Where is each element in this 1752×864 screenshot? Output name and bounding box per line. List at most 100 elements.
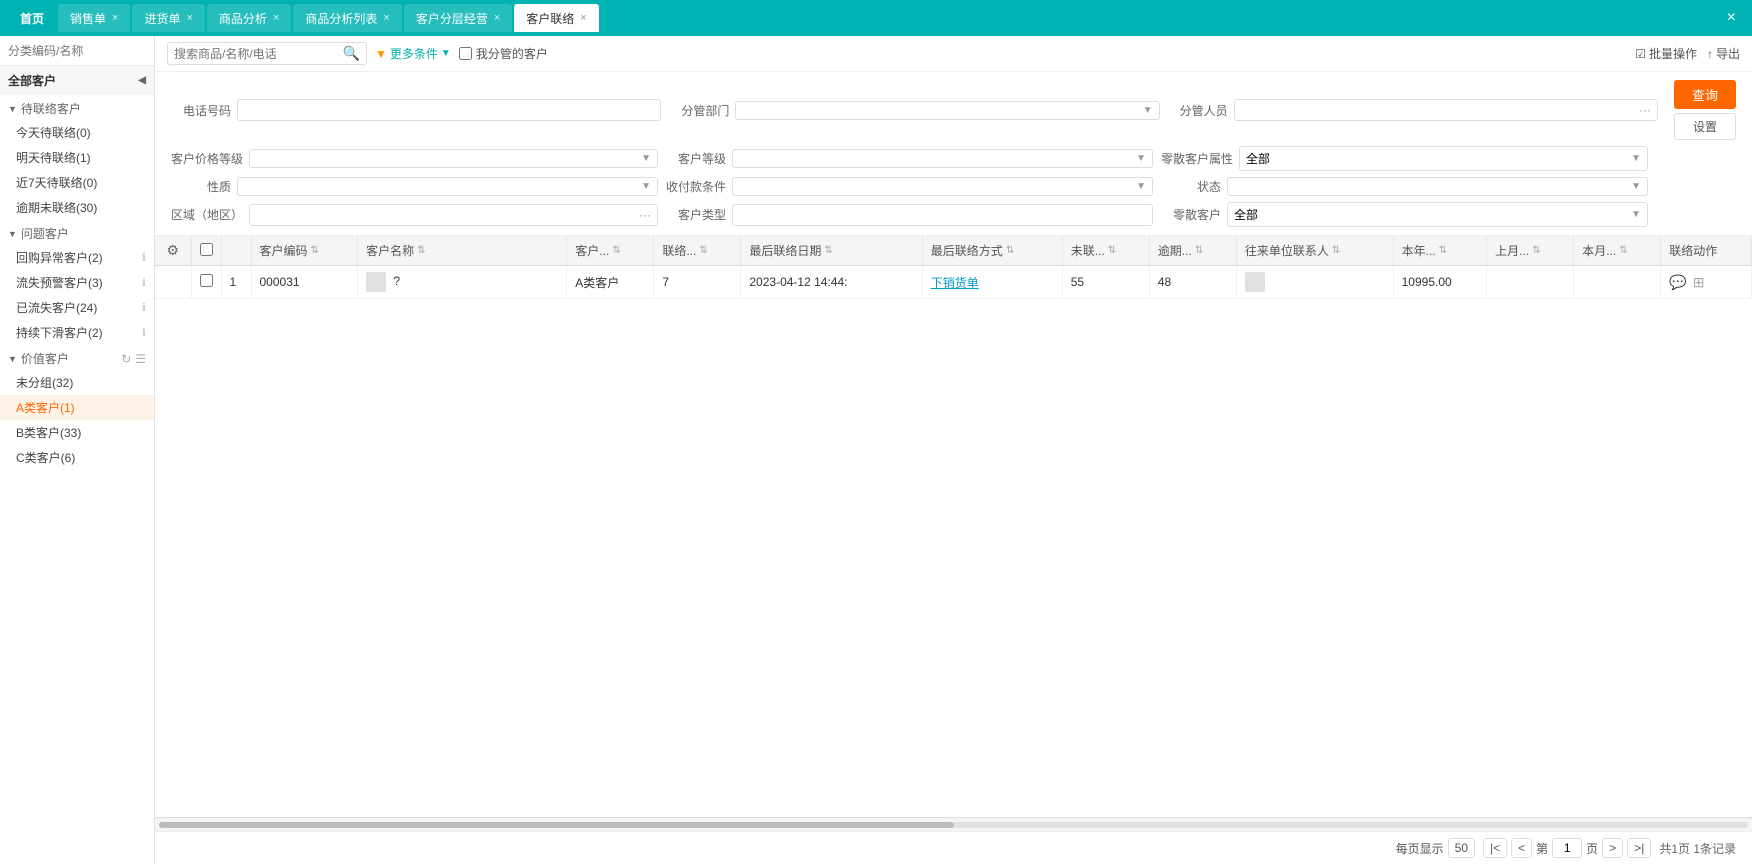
sidebar-item-churned[interactable]: 已流失客户(24) ℹ [0,295,154,320]
region-select[interactable]: ··· [249,204,658,226]
prev-page-btn[interactable]: < [1511,838,1532,858]
pending-contact-group[interactable]: ▼ 待联络客户 [0,95,154,120]
filter-search-icon[interactable]: 🔍 [343,45,360,62]
sidebar-item-repurchase[interactable]: 回购异常客户(2) ℹ [0,245,154,270]
last-method-link[interactable]: 下销货单 [931,276,979,290]
toolbar-right: ☑ 批量操作 ↑ 导出 [1635,45,1740,62]
sidebar-item-today[interactable]: 今天待联络(0) [0,120,154,145]
sidebar-item-churn-warning[interactable]: 流失预警客户(3) ℹ [0,270,154,295]
sidebar-search-input[interactable] [8,44,155,58]
sidebar-item-declining[interactable]: 持续下滑客户(2) ℹ [0,320,154,345]
horizontal-scrollbar[interactable] [155,817,1752,831]
row-checkbox[interactable] [200,274,213,287]
sidebar-item-7days[interactable]: 近7天待联络(0) [0,170,154,195]
customer-type-input[interactable] [732,204,1153,226]
sidebar-item-overdue[interactable]: 逾期未联络(30) [0,195,154,220]
setting-button[interactable]: 设置 [1674,113,1736,140]
th-type[interactable]: 客户... ⇅ [567,236,654,266]
total-records: 共1页 1条记录 [1659,840,1736,857]
th-contact-count[interactable]: 联络... ⇅ [654,236,741,266]
all-customers-header[interactable]: 全部客户 ◀ [0,66,154,95]
retail-attr-select[interactable]: 全部 ▼ [1239,146,1648,171]
tab-goods-list[interactable]: 商品分析列表 × [293,4,401,32]
close-customer-segment-tab[interactable]: × [494,12,500,24]
close-all-btn[interactable]: × [1719,9,1744,27]
dept-chevron-icon: ▼ [1143,105,1153,116]
retail-customer-select[interactable]: 全部 ▼ [1227,202,1648,227]
last-page-btn[interactable]: >| [1627,838,1651,858]
sidebar-item-tomorrow[interactable]: 明天待联络(1) [0,145,154,170]
select-all-checkbox[interactable] [200,243,213,256]
filter-search-input[interactable] [174,47,339,61]
payment-select[interactable]: ▼ [732,177,1153,196]
tab-sales[interactable]: 销售单 × [58,4,130,32]
filter-search-box: 🔍 [167,42,367,65]
value-customers-group[interactable]: ▼ 价值客户 ↻ ☰ [0,345,154,370]
th-last-date[interactable]: 最后联络日期 ⇅ [741,236,922,266]
td-last-month [1487,266,1574,299]
td-last-date: 2023-04-12 14:44: [741,266,922,299]
price-level-select[interactable]: ▼ [249,149,658,168]
phone-input[interactable] [237,99,661,121]
gear-icon[interactable]: ⚙ [166,242,179,258]
status-select[interactable]: ▼ [1227,177,1648,196]
first-page-btn[interactable]: |< [1483,838,1507,858]
filter-more-btn[interactable]: ▼ 更多条件 ▼ [375,45,451,62]
td-type: A类客户 [567,266,654,299]
th-gear[interactable]: ⚙ [155,236,191,266]
manager-select[interactable]: ··· [1234,99,1658,121]
export-btn[interactable]: ↑ 导出 [1707,45,1740,62]
next-page-btn[interactable]: > [1602,838,1623,858]
th-this-month[interactable]: 本月... ⇅ [1574,236,1661,266]
filter-region: 区域（地区） ··· [171,204,658,226]
adv-filter-actions: 查询 设置 [1674,80,1736,140]
th-overdue[interactable]: 逾期... ⇅ [1149,236,1236,266]
dept-label: 分管部门 [669,102,729,119]
td-action: 💬 ⊞ [1661,266,1752,299]
my-customers-checkbox[interactable] [459,47,472,60]
tab-customer-segment[interactable]: 客户分层经营 × [404,4,512,32]
page-input[interactable] [1552,838,1582,858]
tab-customer-contact[interactable]: 客户联络 × [514,4,598,32]
dept-select[interactable]: ▼ [735,101,1159,120]
customer-level-select[interactable]: ▼ [732,149,1153,168]
close-goods-analysis-tab[interactable]: × [273,12,279,24]
th-unit-contacts[interactable]: 往来单位联系人 ⇅ [1236,236,1393,266]
close-customer-contact-tab[interactable]: × [580,12,586,24]
sidebar-item-ungroup[interactable]: 未分组(32) [0,370,154,395]
close-purchase-tab[interactable]: × [186,12,192,24]
nature-select[interactable]: ▼ [237,177,658,196]
td-this-month [1574,266,1661,299]
sort-icon-type: ⇅ [612,245,620,256]
td-checkbox [191,266,221,299]
tab-goods-analysis[interactable]: 商品分析 × [207,4,291,32]
query-button[interactable]: 查询 [1674,80,1736,109]
page-size-select[interactable]: 50 [1448,838,1475,858]
action-qr-icon[interactable]: ⊞ [1693,274,1705,291]
th-name[interactable]: 客户名称 ⇅ [358,236,567,266]
th-last-month[interactable]: 上月... ⇅ [1487,236,1574,266]
sidebar-item-a-class[interactable]: A类客户(1) [0,395,154,420]
scrollbar-thumb[interactable] [159,822,954,828]
add-group-icon[interactable]: ☰ [135,352,146,366]
th-no-contact[interactable]: 未联... ⇅ [1062,236,1149,266]
content-area: 🔍 ▼ 更多条件 ▼ 我分管的客户 ☑ 批量操作 ↑ 导出 [155,36,1752,864]
refresh-icon[interactable]: ↻ [121,352,131,366]
batch-op-btn[interactable]: ☑ 批量操作 [1635,45,1697,62]
th-code[interactable]: 客户编码 ⇅ [251,236,358,266]
th-last-method[interactable]: 最后联络方式 ⇅ [922,236,1062,266]
main-layout: 🔍 全部客户 ◀ ▼ 待联络客户 今天待联络(0) 明天待联络(1) 近7天待联… [0,36,1752,864]
close-sales-tab[interactable]: × [112,12,118,24]
td-last-method[interactable]: 下销货单 [922,266,1062,299]
th-checkbox [191,236,221,266]
sidebar-item-b-class[interactable]: B类客户(33) [0,420,154,445]
action-chat-icon[interactable]: 💬 [1669,274,1686,291]
sidebar-item-c-class[interactable]: C类客户(6) [0,445,154,470]
close-goods-list-tab[interactable]: × [383,12,389,24]
page-size-area: 每页显示 50 [1396,838,1475,858]
problem-customers-group[interactable]: ▼ 问题客户 [0,220,154,245]
sort-icon-last-method: ⇅ [1006,245,1014,256]
th-this-year[interactable]: 本年... ⇅ [1393,236,1487,266]
tab-purchase[interactable]: 进货单 × [132,4,204,32]
tab-home[interactable]: 首页 [8,4,56,32]
